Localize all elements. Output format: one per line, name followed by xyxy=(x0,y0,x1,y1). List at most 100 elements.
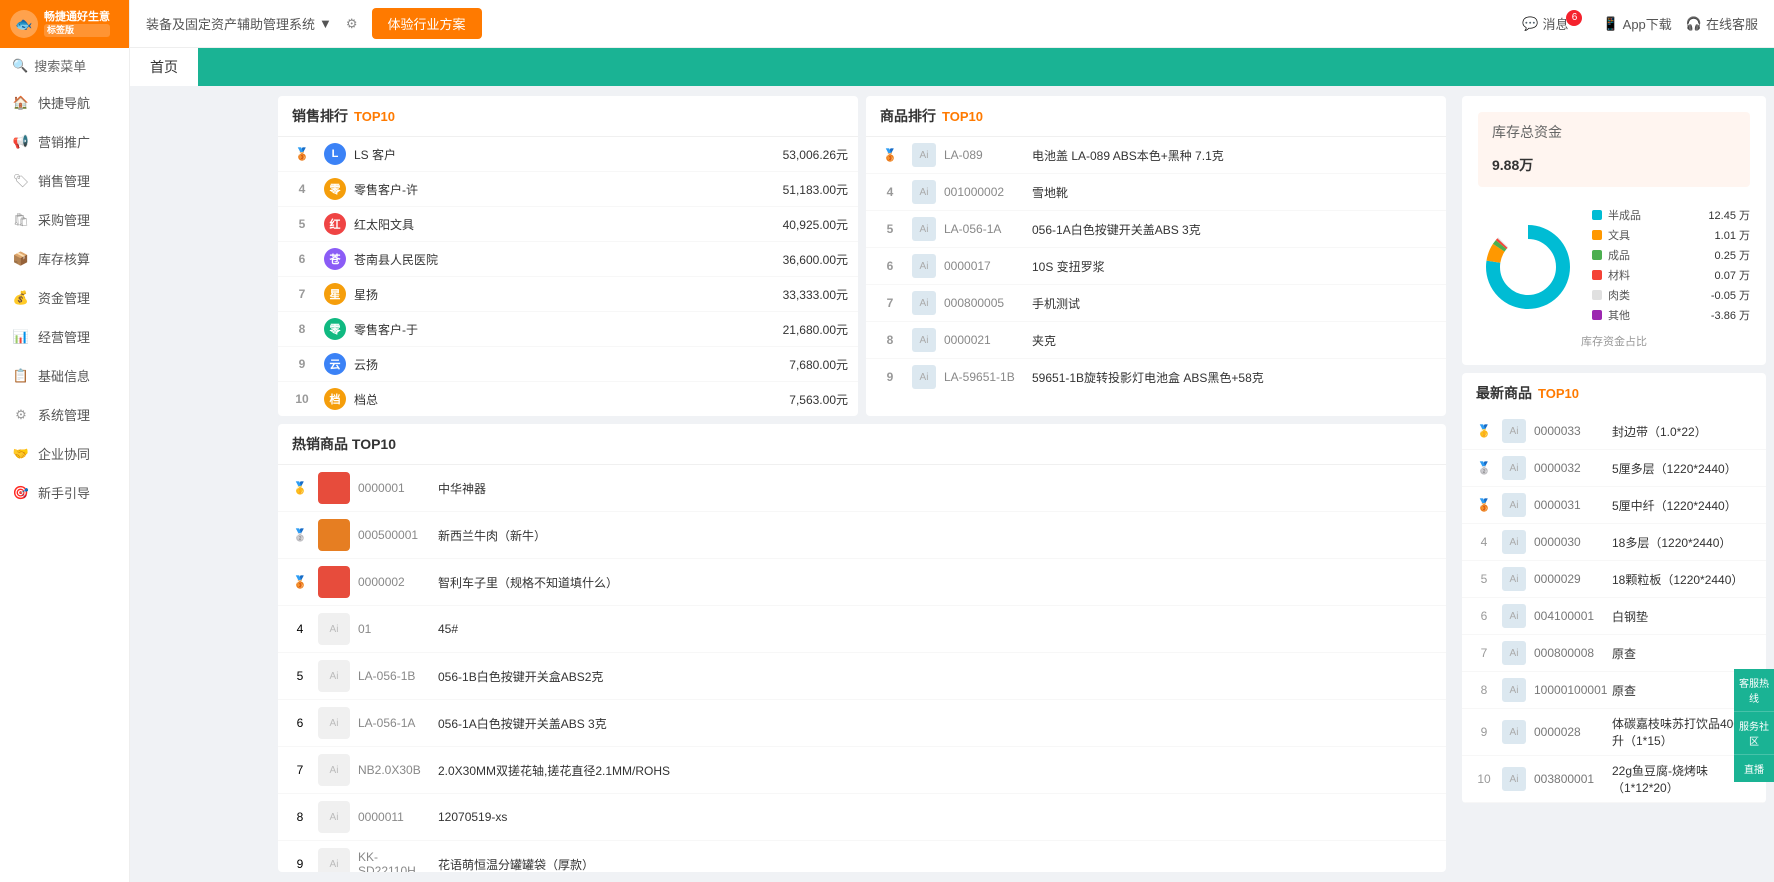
product-img: Ai xyxy=(1502,767,1526,791)
sidebar-item-inventory[interactable]: 📦 库存核算 xyxy=(0,239,129,278)
sidebar-item-quick-nav[interactable]: 🏠 快捷导航 xyxy=(0,83,129,122)
product-img: Ai xyxy=(912,180,936,204)
product-img: Ai xyxy=(912,365,936,389)
hot-product-item: 5 Ai LA-056-1B 056-1B白色按键开关盒ABS2克 xyxy=(278,653,1446,700)
legend-item: 文具 1.01 万 xyxy=(1592,227,1750,243)
system-name: 装备及固定资产辅助管理系统 xyxy=(146,14,315,33)
product-thumbnail xyxy=(318,472,350,504)
sales-rank-item: 7 星 星扬 33,333.00元 xyxy=(278,277,858,312)
customer-avatar: L xyxy=(324,143,346,165)
product-rank-item: 7 Ai 000800005 手机测试 xyxy=(866,285,1446,322)
new-product-item: 5 Ai 0000029 18颗粒板（1220*2440） xyxy=(1462,561,1766,598)
sales-rank-header: 销售排行 TOP10 xyxy=(278,96,858,137)
guide-icon: 🎯 xyxy=(12,484,30,502)
finance-icon: 💰 xyxy=(12,289,30,307)
legend-item: 半成品 12.45 万 xyxy=(1592,207,1750,223)
product-rank-list: 🥉 Ai LA-089 电池盖 LA-089 ABS本色+黑种 7.1克 4 A… xyxy=(866,137,1446,395)
product-rank-title: 商品排行 TOP10 xyxy=(880,106,983,126)
hot-product-item: 8 Ai 0000011 12070519-xs xyxy=(278,794,1446,841)
system-icon: ⚙ xyxy=(12,406,30,424)
trial-button[interactable]: 体验行业方案 xyxy=(372,8,482,39)
sidebar-item-operation[interactable]: 📊 经营管理 xyxy=(0,317,129,356)
search-menu[interactable]: 🔍 搜索菜单 xyxy=(0,48,129,83)
customer-avatar: 云 xyxy=(324,353,346,375)
new-product-item: 6 Ai 004100001 白钢垫 xyxy=(1462,598,1766,635)
basic-icon: 📋 xyxy=(12,367,30,385)
product-img: Ai xyxy=(912,328,936,352)
hot-product-item: 🥉 0000002 智利车子里（规格不知道填什么） xyxy=(278,559,1446,606)
customer-avatar: 苍 xyxy=(324,248,346,270)
online-service-button[interactable]: 🎧 在线客服 xyxy=(1686,14,1758,33)
settings-icon[interactable]: ⚙ xyxy=(342,12,362,36)
product-rank-card: 商品排行 TOP10 🥉 Ai LA-089 电池盖 LA-089 ABS本色+… xyxy=(866,96,1446,416)
hot-products-list: 🥇 0000001 中华神器 🥈 000500001 新西兰牛肉（新 xyxy=(278,465,1446,872)
sidebar-item-basic[interactable]: 📋 基础信息 xyxy=(0,356,129,395)
product-img: Ai xyxy=(1502,720,1526,744)
product-img: Ai xyxy=(1502,604,1526,628)
hot-products-title: 热销商品 TOP10 xyxy=(292,434,396,454)
product-thumbnail: Ai xyxy=(318,660,350,692)
sales-rank-card: 销售排行 TOP10 🥉 L LS 客户 53,006.26元 xyxy=(278,96,858,416)
product-img: Ai xyxy=(1502,678,1526,702)
hot-products-header: 热销商品 TOP10 xyxy=(278,424,1446,465)
service-community-button[interactable]: 服务社区 xyxy=(1734,712,1774,755)
sidebar-item-sales[interactable]: 🏷 销售管理 xyxy=(0,161,129,200)
service-hotline-button[interactable]: 客服热线 xyxy=(1734,669,1774,712)
operation-icon: 📊 xyxy=(12,328,30,346)
product-rank-item: 4 Ai 001000002 雪地靴 xyxy=(866,174,1446,211)
home-icon: 🏠 xyxy=(12,94,30,112)
sidebar-item-marketing[interactable]: 📢 营销推广 xyxy=(0,122,129,161)
message-icon: 💬 xyxy=(1522,16,1538,32)
product-rank-item: 5 Ai LA-056-1A 056-1A白色按键开关盖ABS 3克 xyxy=(866,211,1446,248)
tab-home[interactable]: 首页 xyxy=(130,48,198,86)
donut-chart xyxy=(1478,217,1578,317)
live-stream-button[interactable]: 直播 xyxy=(1734,755,1774,782)
rank-section: 销售排行 TOP10 🥉 L LS 客户 53,006.26元 xyxy=(278,96,1446,416)
new-product-item: 7 Ai 000800008 原查 xyxy=(1462,635,1766,672)
hot-product-item: 9 Ai KK-SD22110H 花语萌恒温分罐罐袋（厚款） xyxy=(278,841,1446,872)
search-icon: 🔍 xyxy=(12,58,28,74)
hot-product-item: 7 Ai NB2.0X30B 2.0X30MM双搓花轴,搓花直径2.1MM/RO… xyxy=(278,747,1446,794)
sidebar-item-finance[interactable]: 💰 资金管理 xyxy=(0,278,129,317)
sidebar-item-guide[interactable]: 🎯 新手引导 xyxy=(0,473,129,512)
product-img: Ai xyxy=(1502,530,1526,554)
message-button[interactable]: 💬 消息 6 xyxy=(1522,14,1588,33)
sidebar: 🐟 畅捷通好生意 标签版 🔍 搜索菜单 🏠 快捷导航 📢 营销推广 🏷 销售管理… xyxy=(0,0,130,882)
product-thumbnail: Ai xyxy=(318,754,350,786)
sales-rank-item: 8 零 零售客户-于 21,680.00元 xyxy=(278,312,858,347)
app-download-button[interactable]: 📱 App下载 xyxy=(1602,14,1671,33)
product-thumbnail: Ai xyxy=(318,707,350,739)
hot-products-card: 热销商品 TOP10 🥇 0000001 中华神器 🥈 xyxy=(278,424,1446,872)
product-rank-item: 8 Ai 0000021 夹克 xyxy=(866,322,1446,359)
product-thumbnail xyxy=(318,566,350,598)
legend-item: 材料 0.07 万 xyxy=(1592,267,1750,283)
sales-rank-item: 9 云 云扬 7,680.00元 xyxy=(278,347,858,382)
product-thumbnail: Ai xyxy=(318,848,350,872)
inventory-highlight: 库存总资金 9.88万 xyxy=(1478,112,1750,187)
sidebar-item-purchase[interactable]: 🛍 采购管理 xyxy=(0,200,129,239)
product-rank-item: 6 Ai 0000017 10S 变扭罗浆 xyxy=(866,248,1446,285)
purchase-icon: 🛍 xyxy=(12,211,30,229)
sidebar-logo: 🐟 畅捷通好生意 标签版 xyxy=(0,0,129,48)
right-panel: 库存总资金 9.88万 xyxy=(1454,86,1774,882)
system-selector[interactable]: 装备及固定资产辅助管理系统 ▼ xyxy=(146,14,332,33)
new-product-item: 4 Ai 0000030 18多层（1220*2440） xyxy=(1462,524,1766,561)
inventory-chart: 半成品 12.45 万 文具 1.01 万 成品 0.25 万 xyxy=(1478,197,1750,337)
nav-tabs: 首页 xyxy=(130,48,1774,86)
product-img: Ai xyxy=(1502,641,1526,665)
sales-rank-item: 5 红 红太阳文具 40,925.00元 xyxy=(278,207,858,242)
topbar: 装备及固定资产辅助管理系统 ▼ ⚙ 体验行业方案 💬 消息 6 📱 App下载 … xyxy=(130,0,1774,48)
sidebar-item-system[interactable]: ⚙ 系统管理 xyxy=(0,395,129,434)
inventory-legend: 半成品 12.45 万 文具 1.01 万 成品 0.25 万 xyxy=(1592,207,1750,327)
sidebar-item-cooperation[interactable]: 🤝 企业协同 xyxy=(0,434,129,473)
legend-item: 肉类 -0.05 万 xyxy=(1592,287,1750,303)
cooperation-icon: 🤝 xyxy=(12,445,30,463)
product-rank-item: 9 Ai LA-59651-1B 59651-1B旋转投影灯电池盒 ABS黑色+… xyxy=(866,359,1446,395)
product-img: Ai xyxy=(1502,419,1526,443)
phone-icon: 📱 xyxy=(1602,16,1618,32)
product-img: Ai xyxy=(1502,567,1526,591)
product-img: Ai xyxy=(912,143,936,167)
sales-rank-item: 6 苍 苍南县人民医院 36,600.00元 xyxy=(278,242,858,277)
inventory-icon: 📦 xyxy=(12,250,30,268)
product-img: Ai xyxy=(1502,493,1526,517)
